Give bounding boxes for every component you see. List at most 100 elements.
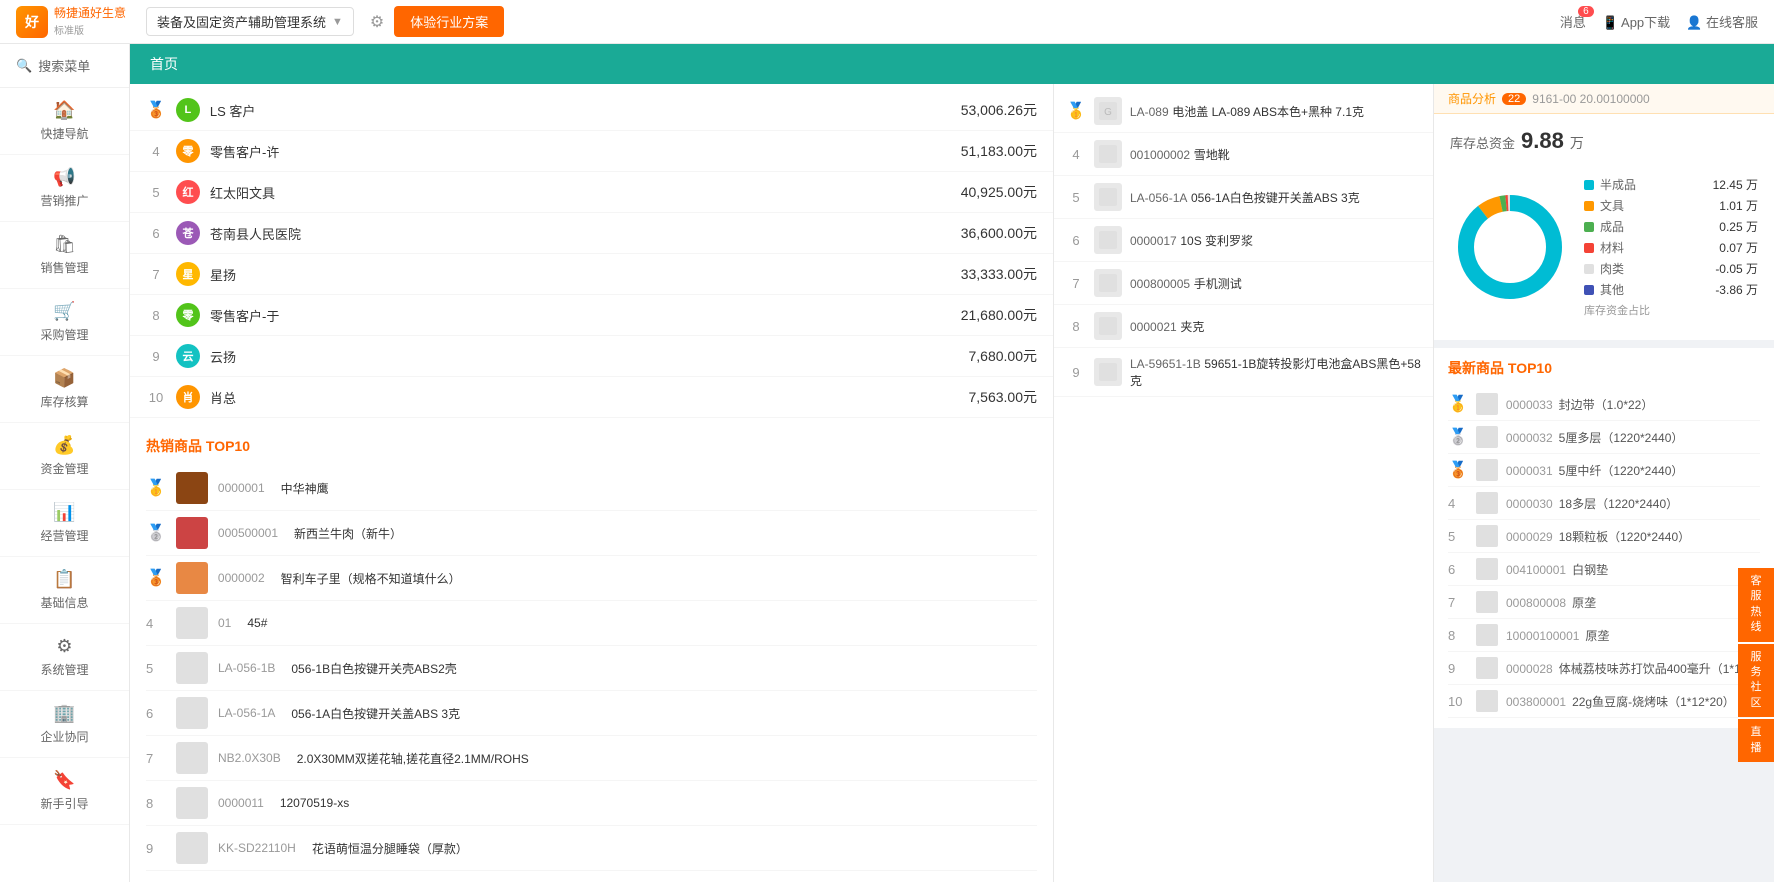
top-header: 好 畅捷通好生意 标准版 装备及固定资产辅助管理系统 ▼ ⚙ 体验行业方案 消息… xyxy=(0,0,1774,44)
sidebar-item-marketing[interactable]: 📢 营销推广 xyxy=(0,155,129,222)
legend-item: 半成品 12.45 万 xyxy=(1584,176,1758,193)
sidebar-item-inventory[interactable]: 📦 库存核算 xyxy=(0,356,129,423)
legend-item: 材料 0.07 万 xyxy=(1584,239,1758,256)
list-item: 9 LA-59651-1B 59651-1B旋转投影灯电池盒ABS黑色+58克 xyxy=(1054,348,1433,397)
home-icon: 🏠 xyxy=(53,100,75,121)
sidebar-item-operation[interactable]: 📊 经营管理 xyxy=(0,490,129,557)
info-label: 商品分析 xyxy=(1448,90,1496,107)
basic-info-icon: 📋 xyxy=(53,569,75,590)
product-thumbnail xyxy=(1094,183,1122,211)
product-code: 0000011 xyxy=(218,796,264,810)
chart-area: 半成品 12.45 万 文具 1.01 万 成品 0.25 万 xyxy=(1450,168,1758,326)
cs-livestream-button[interactable]: 直播 xyxy=(1738,719,1774,762)
customer-name: 零售客户-许 xyxy=(210,142,951,161)
medal-icon: 🥉 xyxy=(1448,460,1468,480)
medal-icon: 🥉 xyxy=(146,568,166,588)
rank-badge: 云 xyxy=(176,344,200,368)
sidebar-item-beginner[interactable]: 🔖 新手引导 xyxy=(0,758,129,825)
legend-item: 文具 1.01 万 xyxy=(1584,197,1758,214)
hot-item: 4 01 45# xyxy=(146,601,1037,646)
list-item: 4 001000002 雪地靴 xyxy=(1054,133,1433,176)
legend-dot xyxy=(1584,264,1594,274)
medal-icon: 🥈 xyxy=(146,523,166,543)
sidebar-item-purchase[interactable]: 🛒 采购管理 xyxy=(0,289,129,356)
product-code: 0000002 xyxy=(218,571,265,585)
logo-area: 好 畅捷通好生意 标准版 xyxy=(16,6,146,38)
app-download-button[interactable]: 📱 App下载 xyxy=(1602,12,1670,31)
sale-amount: 40,925.00元 xyxy=(961,182,1037,202)
product-thumbnail xyxy=(1094,312,1122,340)
list-item: 8 0000021 夹克 xyxy=(1054,305,1433,348)
rank-badge: 肖 xyxy=(176,385,200,409)
list-item: 10 肖 肖总 7,563.00元 xyxy=(130,377,1053,418)
medal-icon: 🥉 xyxy=(146,100,166,120)
cs-community-button[interactable]: 服务社区 xyxy=(1738,644,1774,718)
hot-item: 7 NB2.0X30B 2.0X30MM双搓花轴,搓花直径2.1MM/ROHS xyxy=(146,736,1037,781)
rank-badge: 零 xyxy=(176,303,200,327)
product-code: NB2.0X30B xyxy=(218,751,281,765)
info-value: 9161-00 20.00100000 xyxy=(1532,92,1649,106)
sale-amount: 7,563.00元 xyxy=(969,387,1038,407)
list-item: 6 0000017 10S 变利罗浆 xyxy=(1054,219,1433,262)
marketing-icon: 📢 xyxy=(53,167,75,188)
product-thumbnail xyxy=(1476,492,1498,514)
hot-products-title: 热销商品 TOP10 xyxy=(146,436,1037,456)
analysis-count: 22 xyxy=(1502,93,1526,105)
new-products-title: 最新商品 TOP10 xyxy=(1448,358,1760,378)
system-name: 装备及固定资产辅助管理系统 xyxy=(157,12,326,31)
product-name: 新西兰牛肉（新牛） xyxy=(294,525,402,542)
product-info: LA-59651-1B 59651-1B旋转投影灯电池盒ABS黑色+58克 xyxy=(1130,355,1421,389)
system-selector[interactable]: 装备及固定资产辅助管理系统 ▼ xyxy=(146,7,354,36)
purchase-icon: 🛒 xyxy=(53,301,75,322)
product-thumbnail xyxy=(1476,426,1498,448)
legend-dot xyxy=(1584,222,1594,232)
product-info: 001000002 雪地靴 xyxy=(1130,146,1421,163)
customer-name: 红太阳文具 xyxy=(210,183,951,202)
donut-chart xyxy=(1450,187,1570,307)
sidebar-item-finance[interactable]: 💰 资金管理 xyxy=(0,423,129,490)
product-thumbnail xyxy=(176,832,208,864)
new-product-item: 🥉 00000315厘中纤（1220*2440） xyxy=(1448,454,1760,487)
main-content: 首页 🥉 L LS 客户 53,006.26元 4 零 零售客户-许 51,18… xyxy=(130,44,1774,882)
product-thumbnail xyxy=(176,787,208,819)
hot-item: 🥉 0000002 智利车子里（规格不知道填什么） xyxy=(146,556,1037,601)
sidebar-item-system[interactable]: ⚙ 系统管理 xyxy=(0,624,129,691)
mobile-icon: 📱 xyxy=(1602,15,1618,30)
list-item: 7 星 星扬 33,333.00元 xyxy=(130,254,1053,295)
sale-amount: 36,600.00元 xyxy=(961,223,1037,243)
cs-hotline-button[interactable]: 客服热线 xyxy=(1738,568,1774,642)
legend-dot xyxy=(1584,180,1594,190)
hot-item: 8 0000011 12070519-xs xyxy=(146,781,1037,826)
sale-amount: 21,680.00元 xyxy=(961,305,1037,325)
product-info: 0000021 夹克 xyxy=(1130,318,1421,335)
product-name: 中华神鹰 xyxy=(281,480,329,497)
finance-icon: 💰 xyxy=(53,435,75,456)
gear-icon[interactable]: ⚙ xyxy=(370,12,384,32)
list-item: 🥇 G LA-089 电池盖 LA-089 ABS本色+黑种 7.1克 xyxy=(1054,90,1433,133)
product-code: LA-056-1B xyxy=(218,661,275,675)
rank-badge: 零 xyxy=(176,139,200,163)
product-thumbnail xyxy=(1094,140,1122,168)
online-service-button[interactable]: 👤 在线客服 xyxy=(1686,12,1758,31)
product-code: LA-056-1A xyxy=(218,706,275,720)
hot-item: 9 KK-SD22110H 花语萌恒温分腿睡袋（厚款） xyxy=(146,826,1037,871)
product-name: 056-1B白色按键开关壳ABS2壳 xyxy=(291,660,456,677)
legend-dot xyxy=(1584,201,1594,211)
search-icon: 🔍 xyxy=(16,58,32,74)
new-product-item: 6 004100001白钢垫 xyxy=(1448,553,1760,586)
medal-icon: 🥈 xyxy=(1448,427,1468,447)
sidebar-item-sales[interactable]: 🛍 销售管理 xyxy=(0,222,129,289)
product-code: 000500001 xyxy=(218,526,278,540)
experience-button[interactable]: 体验行业方案 xyxy=(394,6,504,37)
sales-icon: 🛍 xyxy=(53,234,76,255)
sidebar-item-basic-info[interactable]: 📋 基础信息 xyxy=(0,557,129,624)
search-menu-button[interactable]: 🔍 搜索菜单 xyxy=(0,44,129,88)
sidebar-item-enterprise[interactable]: 🏢 企业协同 xyxy=(0,691,129,758)
sale-amount: 51,183.00元 xyxy=(961,141,1037,161)
legend-item: 其他 -3.86 万 xyxy=(1584,281,1758,298)
medal-icon: 🥇 xyxy=(1066,101,1086,121)
list-item: 9 云 云扬 7,680.00元 xyxy=(130,336,1053,377)
sidebar-item-quick-nav[interactable]: 🏠 快捷导航 xyxy=(0,88,129,155)
product-thumbnail xyxy=(1476,525,1498,547)
notification-button[interactable]: 消息 6 xyxy=(1560,12,1586,31)
